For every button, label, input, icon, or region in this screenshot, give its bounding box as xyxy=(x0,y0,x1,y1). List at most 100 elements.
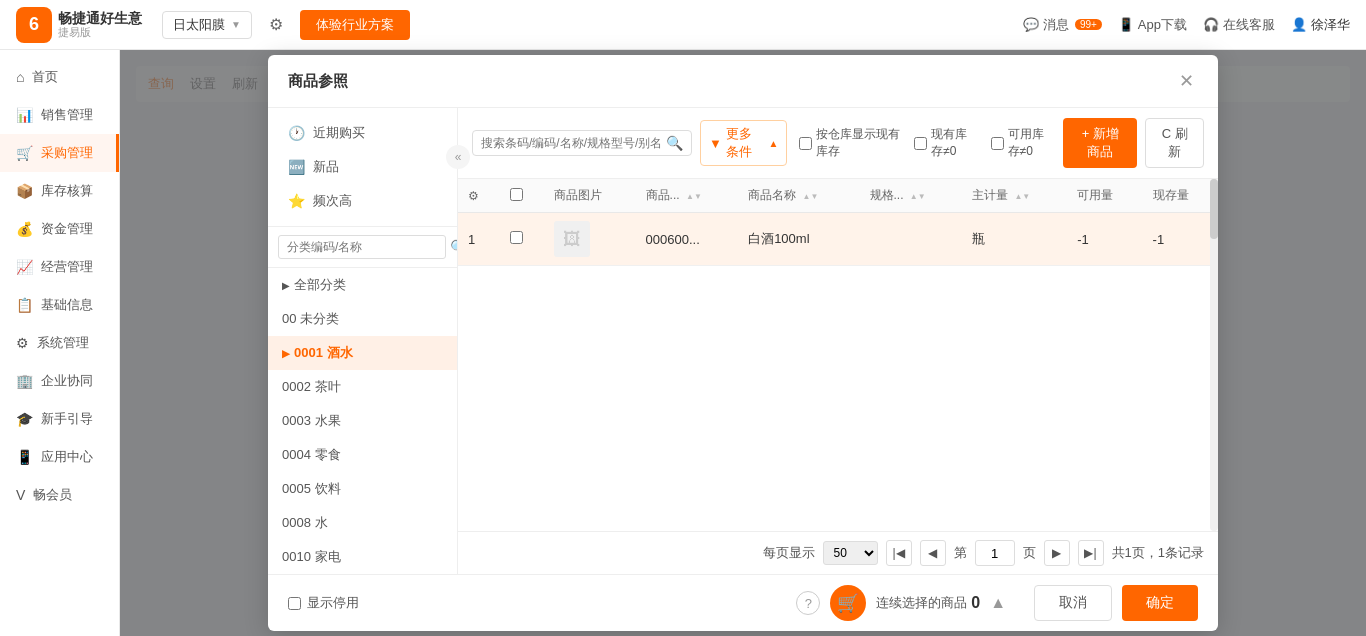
sidebar-label-basic: 基础信息 xyxy=(41,296,93,314)
continuous-select-label: 连续选择的商品 xyxy=(876,594,967,612)
refresh-button[interactable]: C 刷新 xyxy=(1145,118,1204,168)
product-search-input[interactable] xyxy=(481,136,662,150)
sidebar-item-ops[interactable]: 📈 经营管理 xyxy=(0,248,119,286)
sidebar-label-home: 首页 xyxy=(32,68,58,86)
sidebar-item-corp[interactable]: 🏢 企业协同 xyxy=(0,362,119,400)
modal-body: 🕐 近期购买 🆕 新品 ⭐ 频次高 xyxy=(268,108,1218,574)
sidebar-label-inventory: 库存核算 xyxy=(41,182,93,200)
page-size-select[interactable]: 50 100 xyxy=(823,541,878,565)
sidebar-item-inventory[interactable]: 📦 库存核算 xyxy=(0,172,119,210)
table-row[interactable]: 1 🖼 000600... 白酒100ml 瓶 xyxy=(458,213,1218,266)
category-item-fruit[interactable]: 0003 水果 xyxy=(268,404,457,438)
nav-user[interactable]: 👤 徐泽华 xyxy=(1291,16,1350,34)
select-all-checkbox[interactable] xyxy=(510,188,523,201)
modal-close-button[interactable]: ✕ xyxy=(1174,69,1198,93)
category-item-snack[interactable]: 0004 零食 xyxy=(268,438,457,472)
page-number-input[interactable] xyxy=(975,540,1015,566)
filter-by-warehouse[interactable]: 按仓库显示现有库存 xyxy=(799,126,902,160)
category-item-appliance[interactable]: 0010 家电 xyxy=(268,540,457,574)
app-label: App下载 xyxy=(1138,16,1187,34)
quick-btn-new-label: 新品 xyxy=(313,158,339,176)
sort-code-icon[interactable]: ▲▼ xyxy=(686,192,702,201)
sidebar-label-purchase: 采购管理 xyxy=(41,144,93,162)
sidebar-item-sales[interactable]: 📊 销售管理 xyxy=(0,96,119,134)
sort-unit-icon[interactable]: ▲▼ xyxy=(1014,192,1030,201)
select-count-badge: 0 xyxy=(971,594,980,612)
product-search-icon[interactable]: 🔍 xyxy=(666,135,683,151)
collapse-up-icon[interactable]: ▲ xyxy=(990,594,1006,612)
cell-seq: 1 xyxy=(458,213,500,266)
prev-page-button[interactable]: ◀ xyxy=(920,540,946,566)
table-scrollbar[interactable] xyxy=(1210,179,1218,531)
category-search-icon[interactable]: 🔍 xyxy=(450,239,458,255)
cancel-button[interactable]: 取消 xyxy=(1034,585,1112,621)
more-filter-button[interactable]: ▼ 更多条件 ▲ xyxy=(700,120,787,166)
nav-app-download[interactable]: 📱 App下载 xyxy=(1118,16,1187,34)
sidebar: ⌂ 首页 📊 销售管理 🛒 采购管理 📦 库存核算 💰 资金管理 📈 经营管理 … xyxy=(0,50,120,636)
filter-nonzero-available-checkbox[interactable] xyxy=(991,137,1004,150)
trial-button[interactable]: 体验行业方案 xyxy=(300,10,410,40)
category-item-tea[interactable]: 0002 茶叶 xyxy=(268,370,457,404)
th-checkbox xyxy=(500,179,544,213)
modal-overlay: 商品参照 ✕ 🕐 近期购买 xyxy=(120,50,1366,636)
next-page-button[interactable]: ▶ xyxy=(1044,540,1070,566)
product-search-box: 🔍 xyxy=(472,130,692,156)
confirm-button[interactable]: 确定 xyxy=(1122,585,1198,621)
category-item-beverage[interactable]: 0005 饮料 xyxy=(268,472,457,506)
sidebar-item-apps[interactable]: 📱 应用中心 xyxy=(0,438,119,476)
th-name: 商品名称 ▲▼ xyxy=(738,179,859,213)
quick-btn-frequent[interactable]: ⭐ 频次高 xyxy=(278,186,447,216)
ops-icon: 📈 xyxy=(16,259,33,275)
pagination-area: 每页显示 50 100 |◀ ◀ 第 页 ▶ ▶| xyxy=(458,531,1218,574)
show-disabled-checkbox-area[interactable]: 显示停用 xyxy=(288,594,359,612)
nav-customer-service[interactable]: 🎧 在线客服 xyxy=(1203,16,1275,34)
filter-nonzero-stock[interactable]: 现有库存≠0 xyxy=(914,126,978,160)
nav-message[interactable]: 💬 消息 99+ xyxy=(1023,16,1102,34)
sidebar-label-ops: 经营管理 xyxy=(41,258,93,276)
add-product-button[interactable]: + 新增商品 xyxy=(1063,118,1137,168)
table-header: ⚙ 商品图片 商品... ▲▼ 商品名称 xyxy=(458,179,1218,213)
logo-sub-text: 捷易版 xyxy=(58,26,142,39)
continuous-select-area: 连续选择的商品 0 xyxy=(876,594,980,612)
category-arrow-icon: ▶ xyxy=(282,280,290,291)
last-page-button[interactable]: ▶| xyxy=(1078,540,1104,566)
sidebar-item-finance[interactable]: 💰 资金管理 xyxy=(0,210,119,248)
category-item-liquor[interactable]: ▶ 0001 酒水 xyxy=(268,336,457,370)
first-page-button[interactable]: |◀ xyxy=(886,540,912,566)
corp-icon: 🏢 xyxy=(16,373,33,389)
nav-right: 💬 消息 99+ 📱 App下载 🎧 在线客服 👤 徐泽华 xyxy=(1023,16,1350,34)
category-label-water: 0008 水 xyxy=(282,514,328,532)
sort-name-icon[interactable]: ▲▼ xyxy=(802,192,818,201)
sidebar-item-home[interactable]: ⌂ 首页 xyxy=(0,58,119,96)
guide-icon: 🎓 xyxy=(16,411,33,427)
sidebar-item-system[interactable]: ⚙ 系统管理 xyxy=(0,324,119,362)
show-disabled-checkbox[interactable] xyxy=(288,597,301,610)
product-table: ⚙ 商品图片 商品... ▲▼ 商品名称 xyxy=(458,179,1218,266)
help-icon[interactable]: ? xyxy=(796,591,820,615)
sidebar-item-member[interactable]: V 畅会员 xyxy=(0,476,119,514)
filter-nonzero-available[interactable]: 可用库存≠0 xyxy=(991,126,1055,160)
filter-nonzero-stock-checkbox[interactable] xyxy=(914,137,927,150)
sidebar-item-purchase[interactable]: 🛒 采购管理 xyxy=(0,134,119,172)
quick-btn-recent[interactable]: 🕐 近期购买 xyxy=(278,118,447,148)
sidebar-item-basic[interactable]: 📋 基础信息 xyxy=(0,286,119,324)
message-label: 消息 xyxy=(1043,16,1069,34)
row-checkbox[interactable] xyxy=(510,231,523,244)
th-settings[interactable]: ⚙ xyxy=(458,179,500,213)
category-search-input[interactable] xyxy=(278,235,446,259)
filter-by-warehouse-checkbox[interactable] xyxy=(799,137,812,150)
cart-button[interactable]: 🛒 xyxy=(830,585,866,621)
category-item-all[interactable]: ▶ 全部分类 xyxy=(268,268,457,302)
inventory-icon: 📦 xyxy=(16,183,33,199)
logo-icon: 6 xyxy=(16,7,52,43)
sidebar-label-member: 畅会员 xyxy=(33,486,72,504)
category-item-water[interactable]: 0008 水 xyxy=(268,506,457,540)
company-selector[interactable]: 日太阳膜 ▼ xyxy=(162,11,252,39)
category-item-uncategorized[interactable]: 00 未分类 xyxy=(268,302,457,336)
category-label-tea: 0002 茶叶 xyxy=(282,378,341,396)
sort-spec-icon[interactable]: ▲▼ xyxy=(910,192,926,201)
quick-btn-new[interactable]: 🆕 新品 xyxy=(278,152,447,182)
message-badge: 99+ xyxy=(1075,19,1102,30)
settings-icon[interactable]: ⚙ xyxy=(260,9,292,41)
sidebar-item-guide[interactable]: 🎓 新手引导 xyxy=(0,400,119,438)
